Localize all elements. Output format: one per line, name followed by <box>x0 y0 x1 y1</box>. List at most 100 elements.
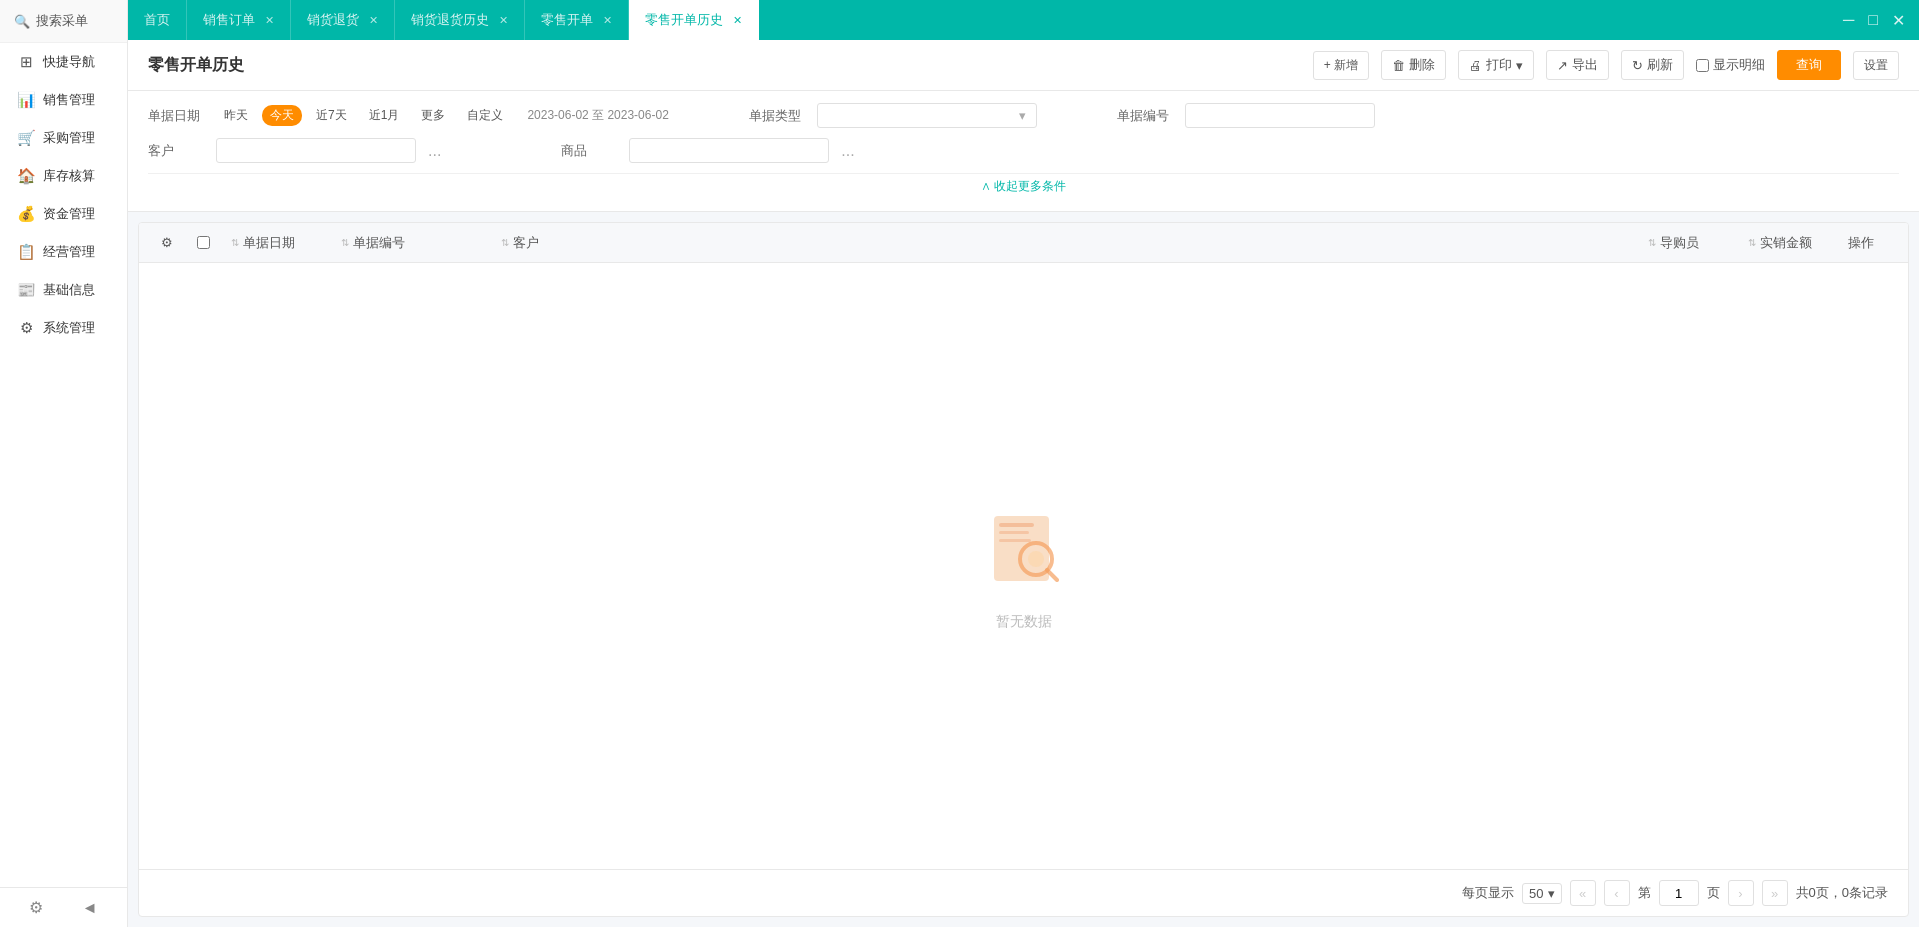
product-dots-icon[interactable]: ... <box>841 142 854 160</box>
bill-no-input[interactable] <box>1185 103 1375 128</box>
svg-rect-1 <box>999 523 1034 527</box>
purchase-mgmt-icon: 🛒 <box>17 129 35 147</box>
date-label: 单据日期 <box>148 107 208 125</box>
operations-label: 经营管理 <box>43 243 95 261</box>
tab-retail-open[interactable]: 零售开单 ✕ <box>525 0 629 40</box>
minimize-button[interactable]: ─ <box>1843 11 1854 29</box>
sidebar-item-inventory[interactable]: 🏠 库存核算 <box>0 157 127 195</box>
sales-mgmt-label: 销售管理 <box>43 91 95 109</box>
total-info: 共0页，0条记录 <box>1796 884 1888 902</box>
finance-icon: 💰 <box>17 205 35 223</box>
print-button[interactable]: 🖨 打印 ▾ <box>1458 50 1534 80</box>
customer-dots-icon[interactable]: ... <box>428 142 441 160</box>
tab-label-retail-open: 零售开单 <box>541 11 593 29</box>
delete-icon: 🗑 <box>1392 58 1405 73</box>
date-options: 昨天今天近7天近1月更多自定义 <box>216 105 511 126</box>
finance-label: 资金管理 <box>43 205 95 223</box>
page-word-pre: 第 <box>1638 884 1651 902</box>
system-icon: ⚙ <box>17 319 35 337</box>
sales-mgmt-icon: 📊 <box>17 91 35 109</box>
purchase-mgmt-label: 采购管理 <box>43 129 95 147</box>
last-page-button[interactable]: » <box>1762 880 1788 906</box>
basic-info-icon: 📰 <box>17 281 35 299</box>
collapse-bar[interactable]: ∧ 收起更多条件 <box>148 173 1899 199</box>
refresh-icon: ↻ <box>1632 58 1643 73</box>
product-input[interactable] <box>629 138 829 163</box>
pagination: 每页显示 50 ▾ « ‹ 第 页 › » 共0页，0条记录 <box>139 869 1908 916</box>
refresh-button[interactable]: ↻ 刷新 <box>1621 50 1684 80</box>
quick-nav-icon: ⊞ <box>17 53 35 71</box>
query-button[interactable]: 查询 <box>1777 50 1841 80</box>
per-page-arrow-icon: ▾ <box>1548 886 1555 901</box>
th-guide: ⇅ 导购员 <box>1638 234 1738 252</box>
sidebar-item-system[interactable]: ⚙ 系统管理 <box>0 309 127 347</box>
date-option-yesterday[interactable]: 昨天 <box>216 105 256 126</box>
per-page-select[interactable]: 50 ▾ <box>1522 883 1561 904</box>
table-header: ⚙ ⇅ 单据日期 ⇅ 单据编号 ⇅ 客户 ⇅ 导购员 <box>139 223 1908 263</box>
date-option-today[interactable]: 今天 <box>262 105 302 126</box>
date-option-more[interactable]: 更多 <box>413 105 453 126</box>
sort-amount-icon[interactable]: ⇅ <box>1748 237 1756 248</box>
show-detail-checkbox[interactable] <box>1696 59 1709 72</box>
date-option-custom[interactable]: 自定义 <box>459 105 511 126</box>
th-date: ⇅ 单据日期 <box>221 234 331 252</box>
sidebar: 🔍 搜索采单 ⊞ 快捷导航 📊 销售管理 🛒 采购管理 🏠 库存核算 💰 资金管… <box>0 0 128 927</box>
footer-collapse-icon[interactable]: ◄ <box>82 899 98 917</box>
tab-close-sales-return[interactable]: ✕ <box>369 14 378 27</box>
customer-input[interactable] <box>216 138 416 163</box>
close-window-button[interactable]: ✕ <box>1892 11 1905 30</box>
tab-label-sales-order: 销售订单 <box>203 11 255 29</box>
sort-guide-icon[interactable]: ⇅ <box>1648 237 1656 248</box>
tab-sales-return[interactable]: 销货退货 ✕ <box>291 0 395 40</box>
settings-button[interactable]: 设置 <box>1853 51 1899 80</box>
th-customer: ⇅ 客户 <box>491 234 1638 252</box>
export-button[interactable]: ↗ 导出 <box>1546 50 1609 80</box>
page-title: 零售开单历史 <box>148 55 244 76</box>
tab-close-sales-order[interactable]: ✕ <box>265 14 274 27</box>
prev-page-button[interactable]: ‹ <box>1604 880 1630 906</box>
maximize-button[interactable]: □ <box>1868 11 1878 29</box>
sidebar-item-sales-mgmt[interactable]: 📊 销售管理 <box>0 81 127 119</box>
sort-customer-icon[interactable]: ⇅ <box>501 237 509 248</box>
table-select-all-checkbox[interactable] <box>185 236 221 249</box>
date-option-last_month[interactable]: 近1月 <box>361 105 408 126</box>
inventory-label: 库存核算 <box>43 167 95 185</box>
search-icon: 🔍 <box>14 14 30 29</box>
first-page-button[interactable]: « <box>1570 880 1596 906</box>
tab-label-home: 首页 <box>144 11 170 29</box>
print-icon: 🖨 <box>1469 58 1482 73</box>
date-option-last7[interactable]: 近7天 <box>308 105 355 126</box>
sidebar-item-quick-nav[interactable]: ⊞ 快捷导航 <box>0 43 127 81</box>
empty-icon <box>974 501 1074 601</box>
th-action: 操作 <box>1838 234 1898 252</box>
next-page-button[interactable]: › <box>1728 880 1754 906</box>
tab-home[interactable]: 首页 <box>128 0 187 40</box>
tab-sales-order[interactable]: 销售订单 ✕ <box>187 0 291 40</box>
add-button[interactable]: + 新增 <box>1313 51 1369 80</box>
sidebar-footer: ⚙ ◄ <box>0 887 127 927</box>
current-page-input[interactable] <box>1659 880 1699 906</box>
tab-label-sales-return: 销货退货 <box>307 11 359 29</box>
bill-no-label: 单据编号 <box>1117 107 1177 125</box>
th-amount: ⇅ 实销金额 <box>1738 234 1838 252</box>
tab-close-retail-open[interactable]: ✕ <box>603 14 612 27</box>
table-settings-icon[interactable]: ⚙ <box>149 235 185 250</box>
sidebar-item-basic-info[interactable]: 📰 基础信息 <box>0 271 127 309</box>
sort-billno-icon[interactable]: ⇅ <box>341 237 349 248</box>
show-detail-checkbox-label[interactable]: 显示明细 <box>1696 56 1765 74</box>
tab-bar: 首页销售订单✕销货退货✕销货退货历史✕零售开单✕零售开单历史✕ ─ □ ✕ <box>128 0 1919 40</box>
tab-close-sales-return-history[interactable]: ✕ <box>499 14 508 27</box>
sidebar-item-purchase-mgmt[interactable]: 🛒 采购管理 <box>0 119 127 157</box>
sort-date-icon[interactable]: ⇅ <box>231 237 239 248</box>
filter-row-1: 单据日期 昨天今天近7天近1月更多自定义 2023-06-02 至 2023-0… <box>148 103 1899 128</box>
sidebar-search[interactable]: 🔍 搜索采单 <box>0 0 127 43</box>
select-all-checkbox[interactable] <box>197 236 210 249</box>
bill-type-select[interactable]: ▾ <box>817 103 1037 128</box>
footer-settings-icon[interactable]: ⚙ <box>29 898 43 917</box>
tab-retail-history[interactable]: 零售开单历史✕ <box>629 0 759 40</box>
sidebar-item-operations[interactable]: 📋 经营管理 <box>0 233 127 271</box>
sidebar-item-finance[interactable]: 💰 资金管理 <box>0 195 127 233</box>
tab-sales-return-history[interactable]: 销货退货历史✕ <box>395 0 525 40</box>
delete-button[interactable]: 🗑 删除 <box>1381 50 1446 80</box>
tab-close-retail-history[interactable]: ✕ <box>733 14 742 27</box>
